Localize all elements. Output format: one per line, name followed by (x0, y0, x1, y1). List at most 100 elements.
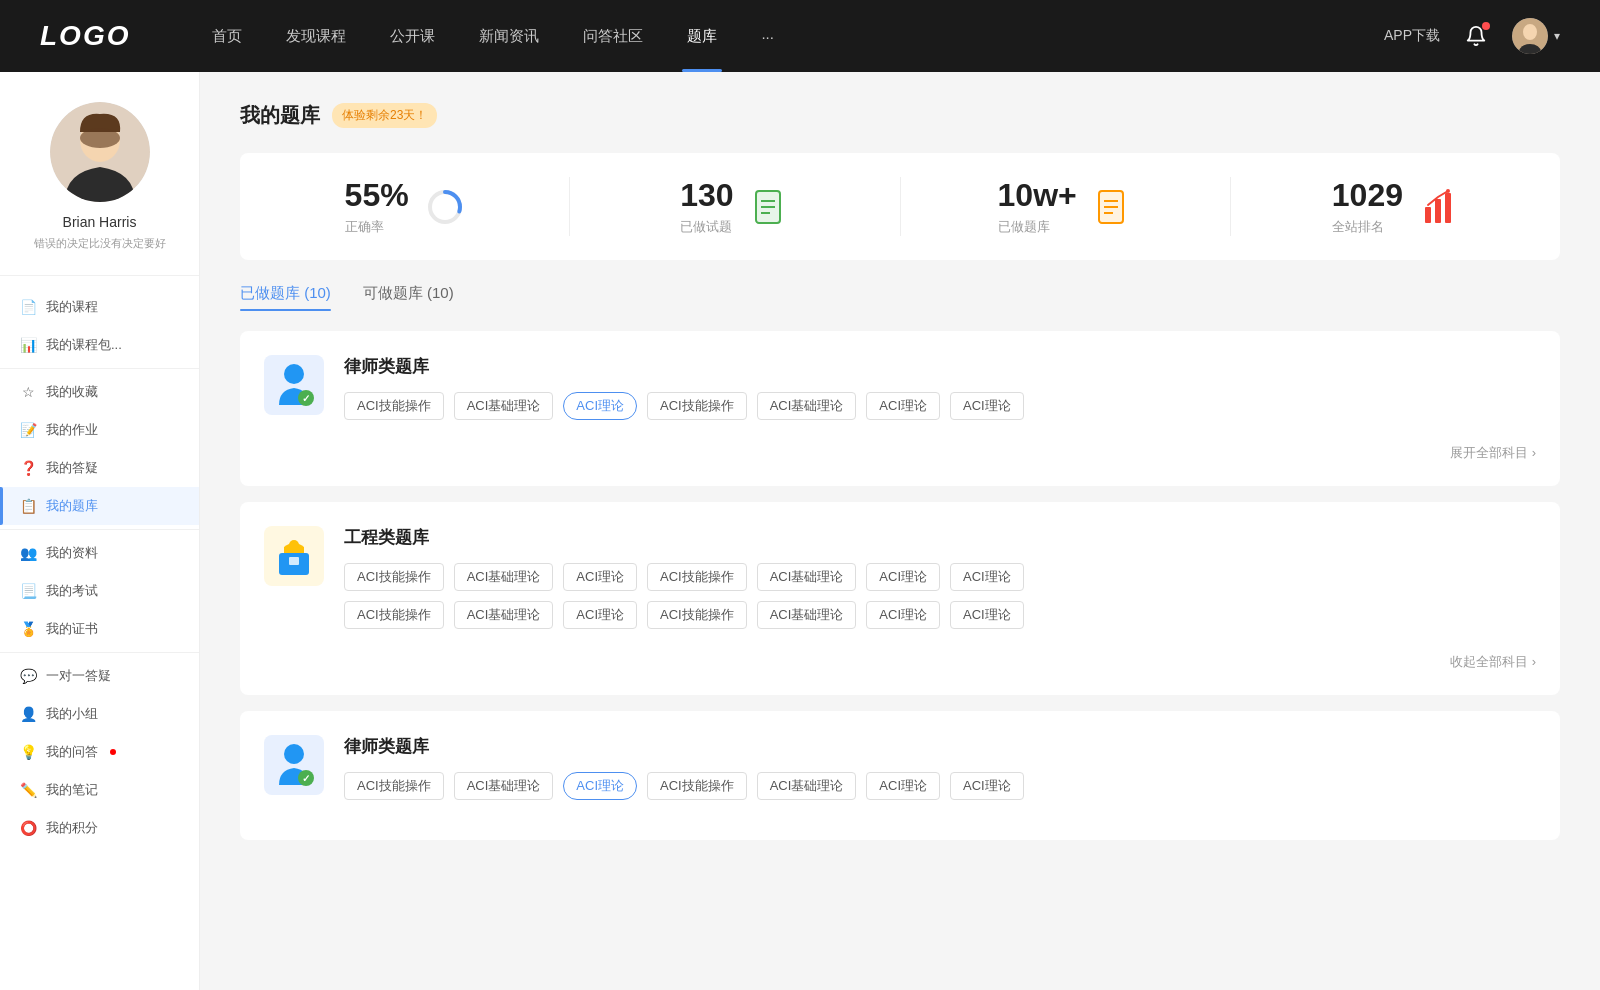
qa-icon: ❓ (20, 460, 36, 476)
exercises-icon (750, 187, 790, 227)
tag-eng-skill-1[interactable]: ACI技能操作 (344, 563, 444, 591)
stat-qbanks-label: 已做题库 (998, 218, 1077, 236)
sidebar-item-questions[interactable]: 💡 我的问答 (0, 733, 199, 771)
qbank-3-icon: ✓ (264, 735, 324, 795)
sidebar-item-group[interactable]: 👤 我的小组 (0, 695, 199, 733)
points-icon: ⭕ (20, 820, 36, 836)
sidebar-label-notes: 我的笔记 (46, 781, 98, 799)
sidebar-item-qbank[interactable]: 📋 我的题库 (0, 487, 199, 525)
tab-done[interactable]: 已做题库 (10) (240, 284, 331, 311)
svg-point-22 (284, 364, 304, 384)
exam-icon: 📃 (20, 583, 36, 599)
stat-qbanks: 10w+ 已做题库 (901, 177, 1231, 236)
svg-rect-19 (1435, 199, 1441, 223)
tag-eng2-skill-2[interactable]: ACI技能操作 (647, 601, 747, 629)
tag-eng2-theory-1[interactable]: ACI理论 (563, 601, 637, 629)
qbank-1-tags: ACI技能操作 ACI基础理论 ACI理论 ACI技能操作 ACI基础理论 AC… (344, 392, 1536, 420)
tag-eng2-theory-3[interactable]: ACI理论 (950, 601, 1024, 629)
sidebar-label-cert: 我的证书 (46, 620, 98, 638)
sidebar-label-1on1: 一对一答疑 (46, 667, 111, 685)
tag-eng2-theory-2[interactable]: ACI理论 (866, 601, 940, 629)
tag-law3-theory-2[interactable]: ACI理论 (866, 772, 940, 800)
sidebar-profile: Brian Harris 错误的决定比没有决定要好 (0, 72, 199, 271)
notification-btn[interactable] (1460, 20, 1492, 52)
stat-accuracy-value: 55% (345, 177, 409, 214)
tag-eng-basic-2[interactable]: ACI基础理论 (757, 563, 857, 591)
tag-aci-theory-3[interactable]: ACI理论 (950, 392, 1024, 420)
nav-home[interactable]: 首页 (190, 0, 264, 72)
question-red-dot (110, 749, 116, 755)
tag-law3-theory-active[interactable]: ACI理论 (563, 772, 637, 800)
sidebar-item-favorites[interactable]: ☆ 我的收藏 (0, 373, 199, 411)
sidebar-label-my-courses: 我的课程 (46, 298, 98, 316)
tag-eng-theory-3[interactable]: ACI理论 (950, 563, 1024, 591)
sidebar: Brian Harris 错误的决定比没有决定要好 📄 我的课程 📊 我的课程包… (0, 72, 200, 990)
tab-todo[interactable]: 可做题库 (10) (363, 284, 454, 311)
expand-link-1[interactable]: 展开全部科目 › (264, 436, 1536, 462)
sidebar-item-notes[interactable]: ✏️ 我的笔记 (0, 771, 199, 809)
nav-qa[interactable]: 问答社区 (561, 0, 665, 72)
stat-rank: 1029 全站排名 (1231, 177, 1560, 236)
tag-eng-basic-1[interactable]: ACI基础理论 (454, 563, 554, 591)
svg-point-28 (284, 744, 304, 764)
tag-aci-theory-2[interactable]: ACI理论 (866, 392, 940, 420)
tag-law3-skill-1[interactable]: ACI技能操作 (344, 772, 444, 800)
tag-law3-basic-2[interactable]: ACI基础理论 (757, 772, 857, 800)
nav-menu: 首页 发现课程 公开课 新闻资讯 问答社区 题库 ··· (190, 0, 1384, 72)
sidebar-item-my-courses[interactable]: 📄 我的课程 (0, 288, 199, 326)
qbank-tabs: 已做题库 (10) 可做题库 (10) (240, 284, 1560, 311)
qbank-2-tags-row1: ACI技能操作 ACI基础理论 ACI理论 ACI技能操作 ACI基础理论 AC… (344, 563, 1536, 591)
main-content: 我的题库 体验剩余23天！ 55% 正确率 (200, 72, 1600, 990)
svg-rect-27 (289, 557, 299, 565)
sidebar-label-questions: 我的问答 (46, 743, 98, 761)
tag-law3-skill-2[interactable]: ACI技能操作 (647, 772, 747, 800)
nav-discover[interactable]: 发现课程 (264, 0, 368, 72)
qbank-2-header: 工程类题库 ACI技能操作 ACI基础理论 ACI理论 ACI技能操作 ACI基… (264, 526, 1536, 629)
qbank-3-title: 律师类题库 (344, 735, 1536, 758)
sidebar-label-homework: 我的作业 (46, 421, 98, 439)
sidebar-menu: 📄 我的课程 📊 我的课程包... ☆ 我的收藏 📝 我的作业 ❓ 我的答疑 � (0, 280, 199, 855)
svg-rect-20 (1445, 193, 1451, 223)
tag-aci-basic-1[interactable]: ACI基础理论 (454, 392, 554, 420)
nav-qbank[interactable]: 题库 (665, 0, 739, 72)
tag-aci-basic-2[interactable]: ACI基础理论 (757, 392, 857, 420)
stat-exercises-text: 130 已做试题 (680, 177, 733, 236)
qbank-3-tags: ACI技能操作 ACI基础理论 ACI理论 ACI技能操作 ACI基础理论 AC… (344, 772, 1536, 800)
nav-open-course[interactable]: 公开课 (368, 0, 457, 72)
qbanks-icon (1093, 187, 1133, 227)
tag-law3-basic-1[interactable]: ACI基础理论 (454, 772, 554, 800)
tag-eng2-skill-1[interactable]: ACI技能操作 (344, 601, 444, 629)
logo[interactable]: LOGO (40, 20, 130, 52)
sidebar-item-course-pkg[interactable]: 📊 我的课程包... (0, 326, 199, 364)
app-download-btn[interactable]: APP下载 (1384, 27, 1440, 45)
nav-more[interactable]: ··· (739, 0, 796, 72)
sidebar-label-course-pkg: 我的课程包... (46, 336, 122, 354)
tag-eng-theory-2[interactable]: ACI理论 (866, 563, 940, 591)
sidebar-item-homework[interactable]: 📝 我的作业 (0, 411, 199, 449)
sidebar-item-qa[interactable]: ❓ 我的答疑 (0, 449, 199, 487)
notification-dot (1482, 22, 1490, 30)
sidebar-item-1on1[interactable]: 💬 一对一答疑 (0, 657, 199, 695)
tag-eng-theory-1[interactable]: ACI理论 (563, 563, 637, 591)
tag-eng-skill-2[interactable]: ACI技能操作 (647, 563, 747, 591)
sidebar-item-materials[interactable]: 👥 我的资料 (0, 534, 199, 572)
sidebar-item-points[interactable]: ⭕ 我的积分 (0, 809, 199, 847)
tag-law3-theory-3[interactable]: ACI理论 (950, 772, 1024, 800)
qbank-card-1: ✓ 律师类题库 ACI技能操作 ACI基础理论 ACI理论 ACI技能操作 AC… (240, 331, 1560, 486)
tag-aci-skill-1[interactable]: ACI技能操作 (344, 392, 444, 420)
nav-news[interactable]: 新闻资讯 (457, 0, 561, 72)
homework-icon: 📝 (20, 422, 36, 438)
sidebar-item-cert[interactable]: 🏅 我的证书 (0, 610, 199, 648)
main-layout: Brian Harris 错误的决定比没有决定要好 📄 我的课程 📊 我的课程包… (0, 72, 1600, 990)
tag-aci-theory-1-active[interactable]: ACI理论 (563, 392, 637, 420)
tag-aci-skill-2[interactable]: ACI技能操作 (647, 392, 747, 420)
stat-accuracy-label: 正确率 (345, 218, 409, 236)
profile-motto: 错误的决定比没有决定要好 (34, 236, 166, 251)
collapse-link-2[interactable]: 收起全部科目 › (264, 645, 1536, 671)
sidebar-item-exam[interactable]: 📃 我的考试 (0, 572, 199, 610)
user-avatar-btn[interactable]: ▾ (1512, 18, 1560, 54)
tag-eng2-basic-1[interactable]: ACI基础理论 (454, 601, 554, 629)
profile-name: Brian Harris (63, 214, 137, 230)
qbank-2-tags-row2: ACI技能操作 ACI基础理论 ACI理论 ACI技能操作 ACI基础理论 AC… (344, 601, 1536, 629)
tag-eng2-basic-2[interactable]: ACI基础理论 (757, 601, 857, 629)
